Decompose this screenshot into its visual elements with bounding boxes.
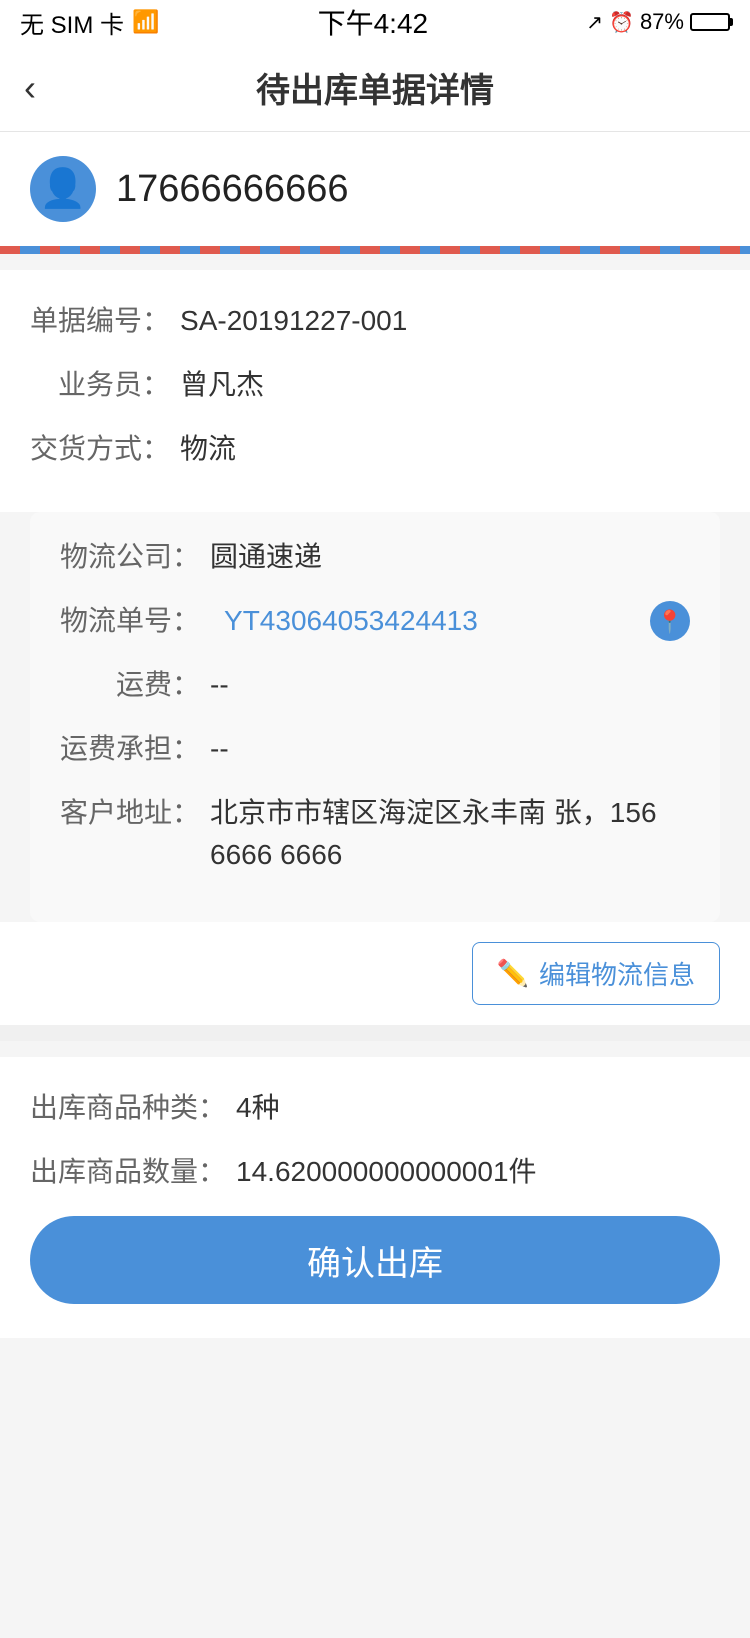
basic-info-section: 单据编号： SA-20191227-001 业务员： 曾凡杰 交货方式： 物流 <box>0 270 750 512</box>
back-button[interactable]: ‹ <box>24 67 36 109</box>
logistics-company-row: 物流公司： 圆通速递 <box>60 536 690 578</box>
tracking-number-label: 物流单号： <box>60 600 200 642</box>
status-left: 无 SIM 卡 📶 <box>20 5 159 40</box>
confirm-btn-wrap: 确认出库 <box>0 1200 750 1334</box>
avatar: 👤 <box>30 156 96 222</box>
freight-bear-value: -- <box>210 728 690 770</box>
status-right: ↗ ⏰ 87% <box>586 9 730 35</box>
edit-logistics-button[interactable]: ✏️ 编辑物流信息 <box>472 942 720 1005</box>
dashed-divider <box>0 246 750 254</box>
goods-type-row: 出库商品种类： 4种 <box>30 1087 720 1129</box>
address-label: 客户地址： <box>60 792 200 834</box>
alarm-icon: ⏰ <box>609 10 634 35</box>
goods-quantity-value: 14.620000000000001件 <box>236 1151 720 1193</box>
logistics-company-label: 物流公司： <box>60 536 200 578</box>
freight-value: -- <box>210 664 690 706</box>
content: 👤 17666666666 单据编号： SA-20191227-001 业务员：… <box>0 132 750 1638</box>
freight-label: 运费： <box>60 664 200 706</box>
goods-quantity-row: 出库商品数量： 14.620000000000001件 <box>30 1151 720 1193</box>
sales-person-value: 曾凡杰 <box>180 364 720 406</box>
goods-quantity-label: 出库商品数量： <box>30 1151 226 1193</box>
order-number-value: SA-20191227-001 <box>180 300 720 342</box>
sales-person-row: 业务员： 曾凡杰 <box>30 364 720 406</box>
order-number-row: 单据编号： SA-20191227-001 <box>30 300 720 342</box>
confirm-button[interactable]: 确认出库 <box>30 1216 720 1304</box>
order-number-label: 单据编号： <box>30 300 170 342</box>
freight-bear-row: 运费承担： -- <box>60 728 690 770</box>
delivery-method-value: 物流 <box>180 428 720 470</box>
tracking-number-value: YT43064053424413 <box>224 600 626 642</box>
customer-card: 👤 17666666666 <box>0 132 750 246</box>
tracking-number-row: 物流单号： YT43064053424413 📍 <box>60 600 690 642</box>
battery-bar <box>690 13 730 31</box>
confirm-label: 确认出库 <box>307 1236 443 1285</box>
nav-bar: ‹ 待出库单据详情 <box>0 44 750 132</box>
edit-logistics-label: 编辑物流信息 <box>539 955 695 992</box>
bottom-spacer <box>0 1338 750 1518</box>
sales-person-label: 业务员： <box>30 364 170 406</box>
customer-phone: 17666666666 <box>116 168 348 211</box>
status-bar: 无 SIM 卡 📶 下午4:42 ↗ ⏰ 87% <box>0 0 750 44</box>
edit-logistics-area: ✏️ 编辑物流信息 <box>0 922 750 1025</box>
delivery-method-row: 交货方式： 物流 <box>30 428 720 470</box>
person-icon: 👤 <box>39 167 86 211</box>
page-title: 待出库单据详情 <box>256 63 494 112</box>
tracking-pin-button[interactable]: 📍 <box>650 601 690 641</box>
delivery-method-label: 交货方式： <box>30 428 170 470</box>
section-separator <box>0 1025 750 1041</box>
location-icon: ↗ <box>586 10 603 35</box>
battery-percent: 87% <box>640 9 684 35</box>
wifi-icon: 📶 <box>132 9 159 35</box>
freight-row: 运费： -- <box>60 664 690 706</box>
goods-type-label: 出库商品种类： <box>30 1087 226 1129</box>
status-time: 下午4:42 <box>318 2 429 42</box>
edit-icon: ✏️ <box>497 958 529 989</box>
address-row: 客户地址： 北京市市辖区海淀区永丰南 张，156 6666 6666 <box>60 792 690 876</box>
freight-bear-label: 运费承担： <box>60 728 200 770</box>
location-icon: 📍 <box>656 605 683 638</box>
logistics-company-value: 圆通速递 <box>210 536 690 578</box>
goods-type-value: 4种 <box>236 1087 720 1129</box>
carrier-text: 无 SIM 卡 <box>20 5 124 40</box>
logistics-card: 物流公司： 圆通速递 物流单号： YT43064053424413 📍 运费： … <box>30 512 720 922</box>
address-value: 北京市市辖区海淀区永丰南 张，156 6666 6666 <box>210 792 690 876</box>
